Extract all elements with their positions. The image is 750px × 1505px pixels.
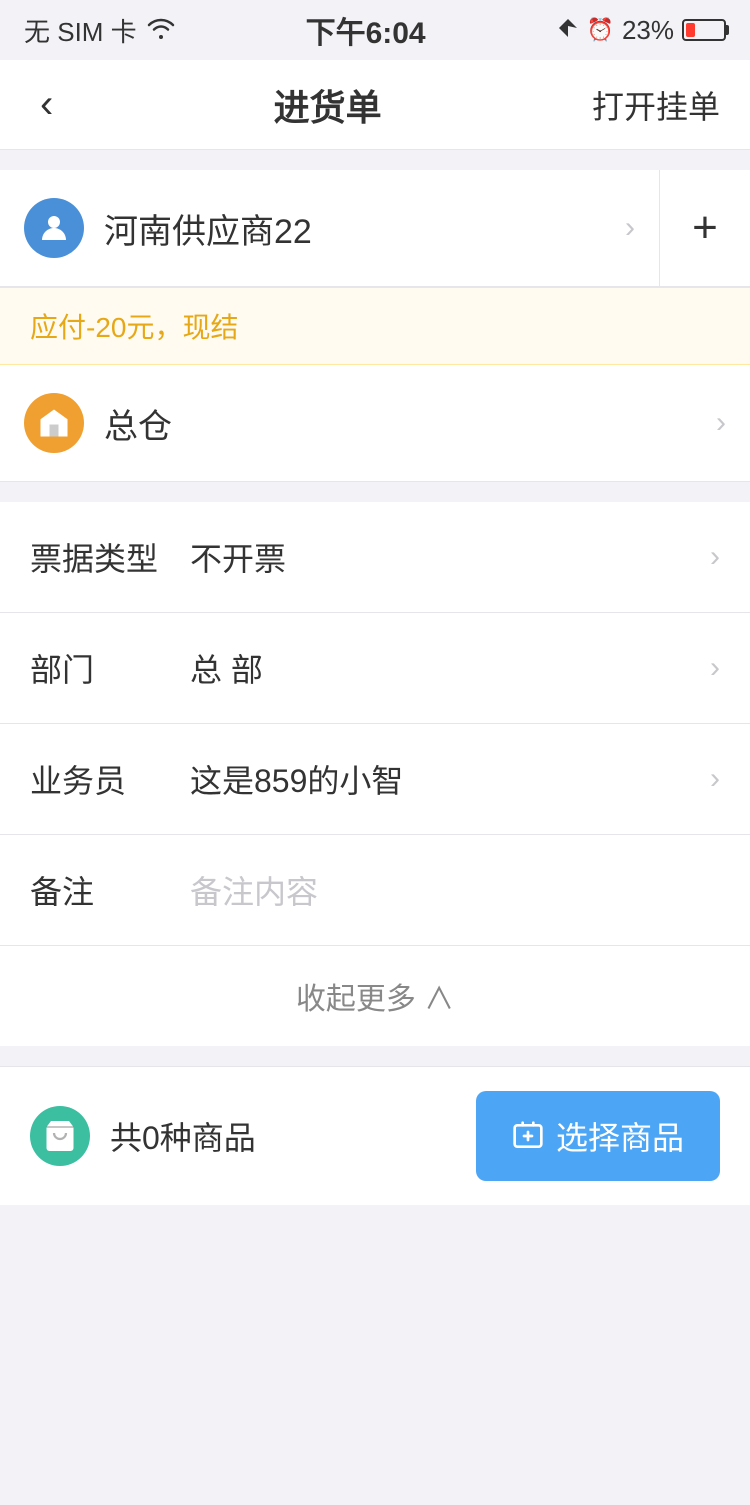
department-label: 部门: [30, 645, 170, 691]
product-count-label: 共0种商品: [110, 1113, 476, 1159]
remark-row[interactable]: 备注 备注内容: [0, 835, 750, 945]
remark-input[interactable]: 备注内容: [170, 867, 720, 913]
supplier-name: 河南供应商22: [104, 204, 615, 253]
select-product-button[interactable]: 选择商品: [476, 1091, 720, 1181]
warehouse-icon: [24, 393, 84, 453]
person-icon: [36, 210, 72, 246]
salesperson-row[interactable]: 业务员 这是859的小智 ›: [0, 724, 750, 835]
select-product-label: 选择商品: [556, 1113, 684, 1159]
invoice-type-label: 票据类型: [30, 534, 170, 580]
collapse-label: 收起更多 ∧: [296, 974, 454, 1018]
back-button[interactable]: ‹: [30, 72, 63, 137]
add-supplier-button[interactable]: +: [660, 175, 750, 281]
page-title: 进货单: [274, 79, 382, 131]
gap-1: [0, 150, 750, 170]
warehouse-name: 总仓: [104, 399, 706, 448]
carrier-label: 无 SIM 卡: [24, 12, 137, 49]
invoice-type-row[interactable]: 票据类型 不开票 ›: [0, 502, 750, 613]
chevron-right-icon-3: ›: [710, 540, 720, 574]
status-time: 下午6:04: [306, 8, 426, 52]
battery-icon: [682, 19, 726, 41]
status-right: ⏰ 23%: [557, 15, 726, 46]
home-icon: [36, 405, 72, 441]
chevron-right-icon-5: ›: [710, 762, 720, 796]
open-pending-button[interactable]: 打开挂单: [592, 82, 720, 128]
bottom-bar: 共0种商品 选择商品: [0, 1066, 750, 1205]
collapse-button[interactable]: 收起更多 ∧: [0, 945, 750, 1046]
supplier-selector[interactable]: 河南供应商22 ›: [0, 170, 660, 286]
shopping-bag-icon: [42, 1118, 78, 1154]
department-value: 总 部: [170, 645, 700, 691]
department-row[interactable]: 部门 总 部 ›: [0, 613, 750, 724]
wifi-icon: [147, 15, 175, 46]
form-section: 票据类型 不开票 › 部门 总 部 › 业务员 这是859的小智 › 备注 备注…: [0, 502, 750, 945]
notice-text: 应付-20元，现结: [30, 312, 238, 343]
salesperson-value: 这是859的小智: [170, 756, 700, 802]
chevron-right-icon-2: ›: [716, 406, 726, 440]
gray-area: [0, 1205, 750, 1505]
chevron-right-icon: ›: [625, 211, 635, 245]
nav-bar: ‹ 进货单 打开挂单: [0, 60, 750, 150]
alarm-icon: ⏰: [587, 17, 614, 43]
status-left: 无 SIM 卡: [24, 12, 175, 49]
location-icon: [557, 15, 579, 46]
product-count-icon: [30, 1106, 90, 1166]
notice-bar: 应付-20元，现结: [0, 287, 750, 365]
supplier-section: 河南供应商22 › +: [0, 170, 750, 287]
salesperson-label: 业务员: [30, 756, 170, 802]
invoice-type-value: 不开票: [170, 534, 700, 580]
supplier-avatar: [24, 198, 84, 258]
status-bar: 无 SIM 卡 下午6:04 ⏰ 23%: [0, 0, 750, 60]
chevron-right-icon-4: ›: [710, 651, 720, 685]
remark-label: 备注: [30, 867, 170, 913]
add-product-icon: [512, 1120, 544, 1152]
battery-percentage: 23%: [622, 15, 674, 46]
warehouse-section[interactable]: 总仓 ›: [0, 365, 750, 482]
